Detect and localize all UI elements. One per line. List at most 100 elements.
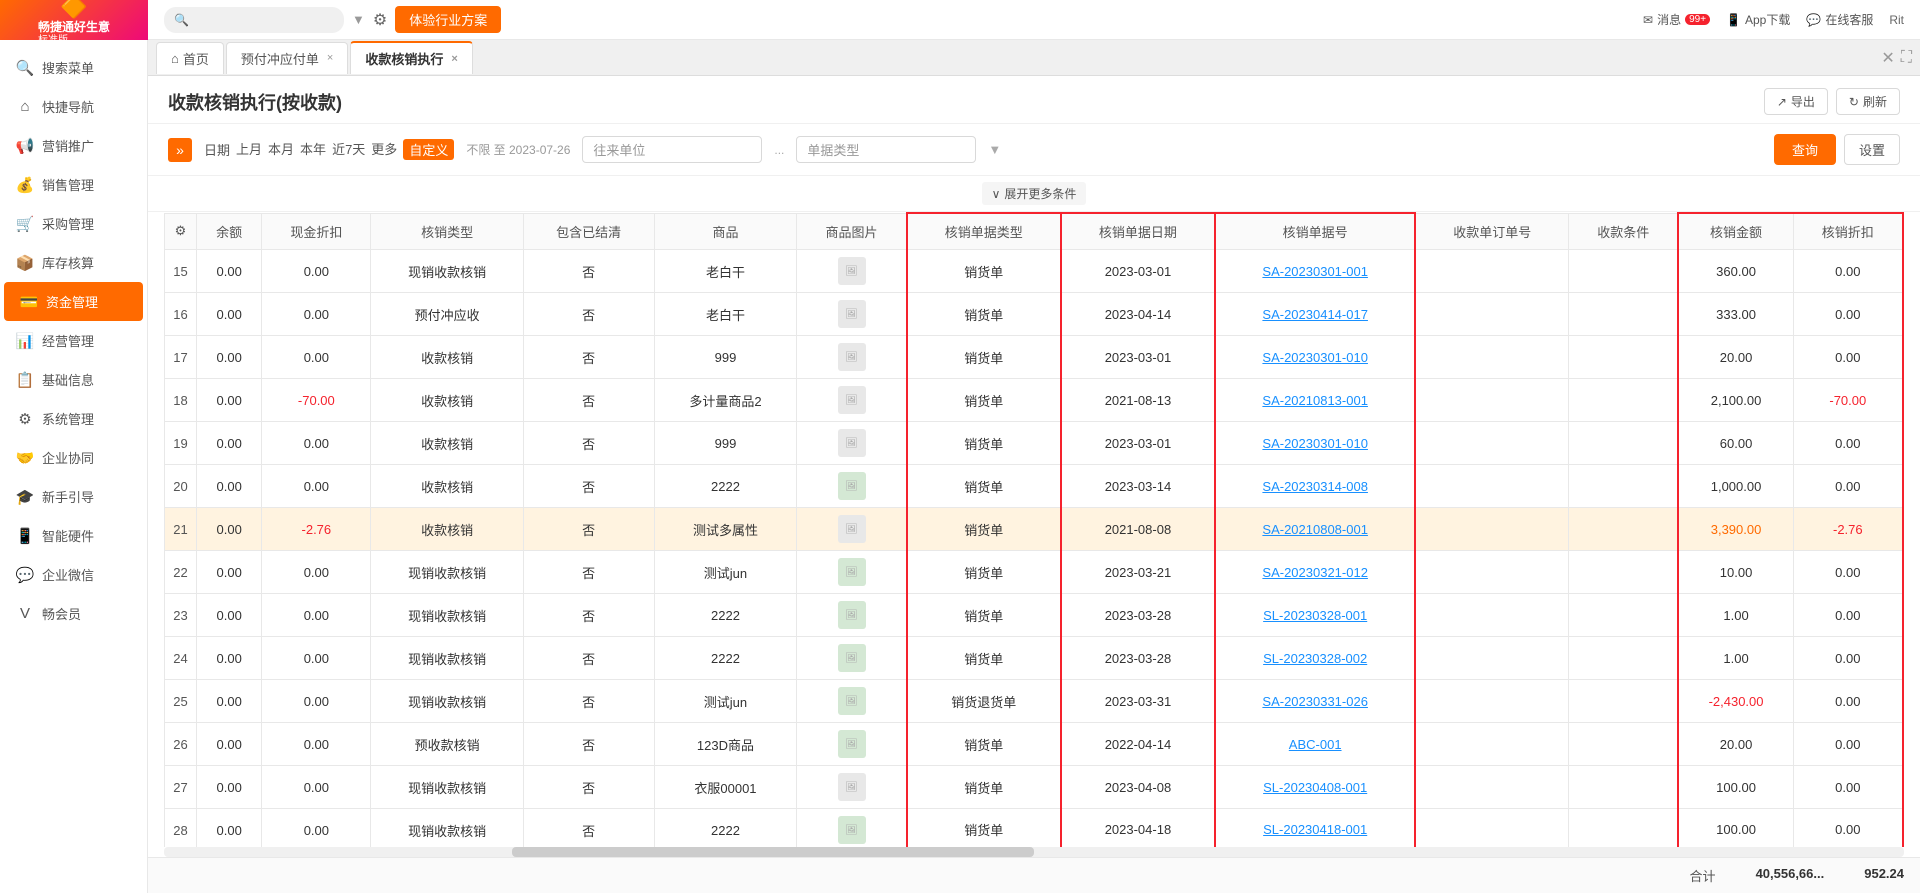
sidebar-item-12[interactable]: 📱智能硬件 (0, 516, 147, 555)
cell-balance: 0.00 (197, 293, 262, 336)
data-table: ⚙ 余额 现金折扣 核销类型 包含已结清 商品 商品图片 核销单据类型 核销单据… (164, 212, 1904, 847)
sidebar-item-0[interactable]: 🔍搜索菜单 (0, 48, 147, 87)
cell-bill-no[interactable]: SA-20230331-026 (1215, 680, 1415, 723)
filter-bill-type[interactable]: 单据类型 (796, 136, 976, 163)
cell-bill-no[interactable]: SL-20230418-001 (1215, 809, 1415, 848)
sidebar-item-14[interactable]: V畅会员 (0, 594, 147, 633)
cell-bill-no[interactable]: ABC-001 (1215, 723, 1415, 766)
tab-home-label: 首页 (183, 49, 209, 68)
cell-bill-no[interactable]: SA-20230321-012 (1215, 551, 1415, 594)
cell-product-img: 🖼 (797, 766, 907, 809)
sidebar-item-13[interactable]: 💬企业微信 (0, 555, 147, 594)
table-horizontal-scrollbar[interactable] (164, 847, 1904, 857)
cell-include-settled: 否 (523, 551, 654, 594)
th-writeoff-discount: 核销折扣 (1793, 213, 1903, 250)
cell-bill-no[interactable]: SL-20230408-001 (1215, 766, 1415, 809)
cell-receipt-order-no (1415, 422, 1568, 465)
filter-date-lastmonth[interactable]: 上月 (236, 139, 262, 160)
cell-receipt-order-no (1415, 336, 1568, 379)
sidebar-item-6[interactable]: 💳资金管理 (4, 282, 143, 321)
filter-date-thismonth[interactable]: 本月 (268, 139, 294, 160)
cell-receipt-condition (1569, 594, 1679, 637)
cell-bill-no[interactable]: SA-20230314-008 (1215, 465, 1415, 508)
cell-writeoff-discount: 0.00 (1793, 766, 1903, 809)
table-scroll-thumb[interactable] (512, 847, 1034, 857)
refresh-button[interactable]: ↻ 刷新 (1836, 88, 1900, 115)
app-download-button[interactable]: 📱 App下载 (1726, 11, 1790, 28)
expand-more-button[interactable]: ∨ 展开更多条件 (982, 182, 1087, 205)
cell-bill-no[interactable]: SA-20230301-010 (1215, 422, 1415, 465)
tab-writeoff-close[interactable]: × (451, 53, 457, 65)
cell-writeoff-type: 收款核销 (371, 422, 524, 465)
message-button[interactable]: ✉ 消息 99+ (1643, 11, 1710, 28)
cell-bill-no[interactable]: SA-20230301-001 (1215, 250, 1415, 293)
cell-product: 多计量商品2 (654, 379, 797, 422)
cell-bill-no[interactable]: SL-20230328-001 (1215, 594, 1415, 637)
cell-include-settled: 否 (523, 594, 654, 637)
sidebar-item-2[interactable]: 📢营销推广 (0, 126, 147, 165)
cell-bill-date: 2021-08-08 (1061, 508, 1215, 551)
sidebar-item-10[interactable]: 🤝企业协同 (0, 438, 147, 477)
cell-include-settled: 否 (523, 422, 654, 465)
cell-writeoff-discount: -70.00 (1793, 379, 1903, 422)
cell-id: 16 (165, 293, 197, 336)
sidebar-item-3[interactable]: 💰销售管理 (0, 165, 147, 204)
app-download-label: App下载 (1745, 11, 1790, 28)
tab-prepay[interactable]: 预付冲应付单 × (226, 42, 348, 74)
export-icon: ↗ (1777, 95, 1787, 109)
industry-solution-button[interactable]: 体验行业方案 (395, 6, 501, 33)
cell-bill-date: 2023-04-14 (1061, 293, 1215, 336)
cell-bill-no[interactable]: SA-20230301-010 (1215, 336, 1415, 379)
user-info[interactable]: Rit (1889, 13, 1904, 27)
filter-date-group: 日期 上月 本月 本年 近7天 更多 自定义 (204, 139, 454, 160)
table-row: 21 0.00 -2.76 收款核销 否 测试多属性 🖼 销货单 2021-08… (165, 508, 1904, 551)
cell-include-settled: 否 (523, 680, 654, 723)
filter-date-custom[interactable]: 自定义 (403, 139, 454, 160)
sidebar-item-9[interactable]: ⚙系统管理 (0, 399, 147, 438)
filter-date-more[interactable]: 更多 (371, 139, 397, 160)
online-service-button[interactable]: 💬 在线客服 (1806, 11, 1873, 28)
th-settings[interactable]: ⚙ (165, 213, 197, 250)
total-discount-value: 952.24 (1864, 866, 1904, 885)
sidebar-label-2: 营销推广 (42, 136, 94, 155)
cell-include-settled: 否 (523, 379, 654, 422)
cell-product-img: 🖼 (797, 379, 907, 422)
cell-cash-discount: 0.00 (262, 551, 371, 594)
filter-date-thisyear[interactable]: 本年 (300, 139, 326, 160)
filter-from-unit[interactable]: 往来单位 (582, 136, 762, 163)
sidebar-item-8[interactable]: 📋基础信息 (0, 360, 147, 399)
filter-date-7days[interactable]: 近7天 (332, 139, 365, 160)
tab-prepay-close[interactable]: × (327, 52, 333, 64)
query-button[interactable]: 查询 (1774, 134, 1836, 165)
settings-button[interactable]: 设置 (1844, 134, 1900, 165)
cell-bill-no[interactable]: SA-20210808-001 (1215, 508, 1415, 551)
filter-expand-button[interactable]: » (168, 138, 192, 162)
dropdown-icon[interactable]: ▼ (352, 12, 365, 27)
sidebar-item-7[interactable]: 📊经营管理 (0, 321, 147, 360)
top-search-area[interactable]: 🔍 (164, 7, 344, 33)
sidebar-icon-10: 🤝 (16, 449, 34, 467)
window-max-icon[interactable]: ⛶ (1901, 49, 1912, 67)
cell-cash-discount: -70.00 (262, 379, 371, 422)
cell-product: 2222 (654, 637, 797, 680)
tab-writeoff[interactable]: 收款核销执行 × (350, 41, 472, 74)
cell-bill-type: 销货退货单 (907, 680, 1061, 723)
cell-bill-type: 销货单 (907, 594, 1061, 637)
sidebar-item-5[interactable]: 📦库存核算 (0, 243, 147, 282)
sidebar-icon-8: 📋 (16, 371, 34, 389)
cell-bill-date: 2023-03-01 (1061, 336, 1215, 379)
sidebar-item-11[interactable]: 🎓新手引导 (0, 477, 147, 516)
cell-bill-no[interactable]: SA-20230414-017 (1215, 293, 1415, 336)
sidebar-item-1[interactable]: ⌂快捷导航 (0, 87, 147, 126)
total-amount-value: 40,556,66... (1756, 866, 1825, 885)
cell-bill-date: 2023-04-18 (1061, 809, 1215, 848)
cell-bill-no[interactable]: SA-20210813-001 (1215, 379, 1415, 422)
gear-icon[interactable]: ⚙ (373, 10, 387, 30)
tab-home[interactable]: ⌂ 首页 (156, 42, 224, 74)
cell-receipt-condition (1569, 465, 1679, 508)
window-close-icon[interactable]: ✕ (1881, 48, 1894, 68)
cell-bill-no[interactable]: SL-20230328-002 (1215, 637, 1415, 680)
cell-writeoff-type: 现销收款核销 (371, 250, 524, 293)
export-button[interactable]: ↗ 导出 (1764, 88, 1828, 115)
sidebar-item-4[interactable]: 🛒采购管理 (0, 204, 147, 243)
